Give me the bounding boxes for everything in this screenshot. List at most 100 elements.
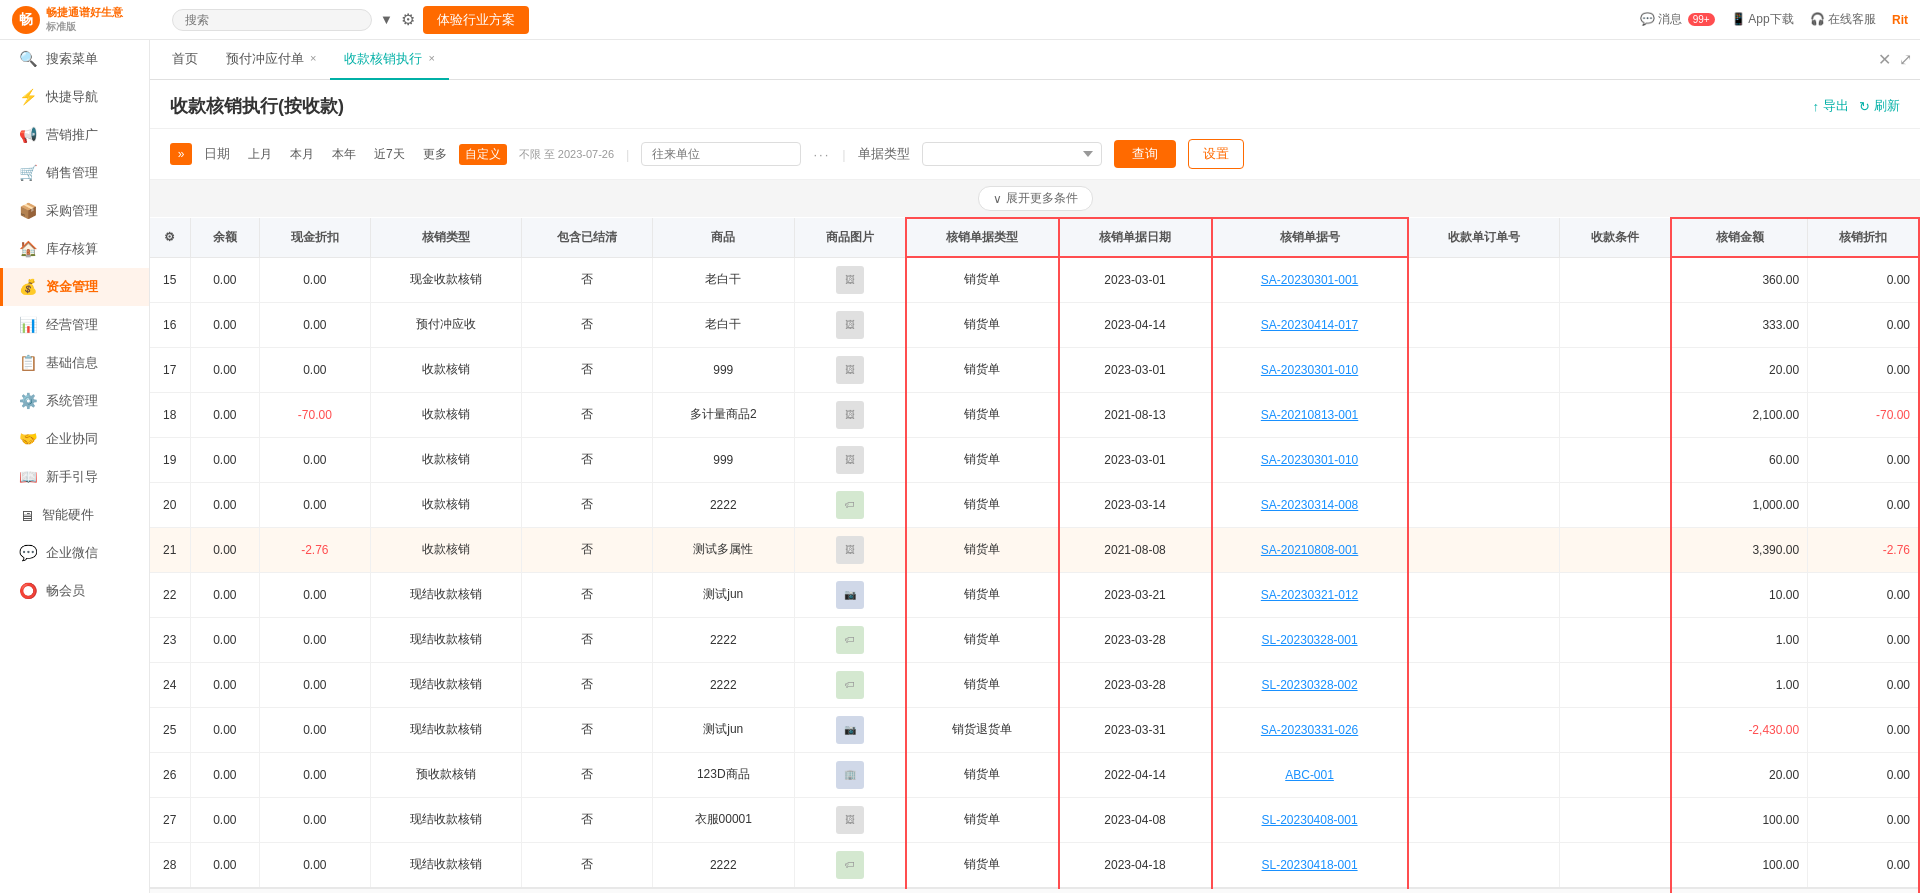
- cell-bill-no[interactable]: SA-20230301-001: [1212, 257, 1408, 302]
- bill-type-select[interactable]: [922, 142, 1102, 166]
- app-download-link[interactable]: 📱 App下载: [1731, 11, 1794, 28]
- sidebar-item-marketing[interactable]: 📢 营销推广: [0, 116, 149, 154]
- cell-cash-discount: 0.00: [260, 347, 370, 392]
- cell-bill-no[interactable]: SL-20230328-001: [1212, 617, 1408, 662]
- table-row: 19 0.00 0.00 收款核销 否 999 🖼 销货单 2023-03-01…: [150, 437, 1919, 482]
- tab-expand-icon[interactable]: ⤢: [1899, 50, 1912, 69]
- cell-receipt-condition: [1560, 482, 1671, 527]
- cell-bill-no[interactable]: SA-20210808-001: [1212, 527, 1408, 572]
- setting-button[interactable]: 设置: [1188, 139, 1244, 169]
- tab-receipt-exec[interactable]: 收款核销执行 ×: [330, 40, 448, 80]
- bill-no-link[interactable]: SL-20230328-001: [1262, 633, 1358, 647]
- table-row: 18 0.00 -70.00 收款核销 否 多计量商品2 🖼 销货单 2021-…: [150, 392, 1919, 437]
- cell-product-img: 📷: [794, 707, 905, 752]
- tab-prepay-close[interactable]: ×: [310, 53, 316, 64]
- query-button[interactable]: 查询: [1114, 140, 1176, 168]
- bill-no-link[interactable]: SA-20210808-001: [1261, 543, 1358, 557]
- cell-write-off-amount: 100.00: [1671, 842, 1808, 888]
- online-service-link[interactable]: 🎧 在线客服: [1810, 11, 1876, 28]
- filter-expand-button[interactable]: »: [170, 143, 192, 165]
- sidebar-item-sales[interactable]: 🛒 销售管理: [0, 154, 149, 192]
- col-settings[interactable]: ⚙: [150, 218, 190, 257]
- bill-no-link[interactable]: ABC-001: [1285, 768, 1334, 782]
- sidebar-item-corp[interactable]: 🤝 企业协同: [0, 420, 149, 458]
- tab-receipt-exec-close[interactable]: ×: [428, 53, 434, 64]
- bill-no-link[interactable]: SA-20230301-010: [1261, 363, 1358, 377]
- sidebar-item-search[interactable]: 🔍 搜索菜单: [0, 40, 149, 78]
- date-last-month[interactable]: 上月: [242, 144, 278, 165]
- user-label[interactable]: Rit: [1892, 13, 1908, 27]
- bill-no-link[interactable]: SA-20230301-010: [1261, 453, 1358, 467]
- customer-filter-input[interactable]: [641, 142, 801, 166]
- cell-bill-no[interactable]: SA-20230301-010: [1212, 437, 1408, 482]
- sidebar-item-member[interactable]: ⭕ 畅会员: [0, 572, 149, 610]
- sidebar-item-sys[interactable]: ⚙️ 系统管理: [0, 382, 149, 420]
- expand-more-button[interactable]: ∨ 展开更多条件: [978, 186, 1093, 211]
- sidebar-item-wechat[interactable]: 💬 企业微信: [0, 534, 149, 572]
- search-input[interactable]: [172, 9, 372, 31]
- sidebar-item-guide[interactable]: 📖 新手引导: [0, 458, 149, 496]
- gear-icon[interactable]: ⚙: [401, 10, 415, 29]
- sidebar-item-label: 智能硬件: [42, 506, 94, 524]
- tab-prepay[interactable]: 预付冲应付单 ×: [212, 40, 330, 80]
- sidebar-item-label: 企业协同: [46, 430, 98, 448]
- bill-no-link[interactable]: SA-20230314-008: [1261, 498, 1358, 512]
- cell-receipt-condition: [1560, 617, 1671, 662]
- sidebar-item-inventory[interactable]: 🏠 库存核算: [0, 230, 149, 268]
- product-thumbnail: 🏷: [836, 671, 864, 699]
- dropdown-toggle[interactable]: ▼: [380, 12, 393, 27]
- cell-bill-no[interactable]: SA-20230414-017: [1212, 302, 1408, 347]
- cell-bill-no[interactable]: SA-20230301-010: [1212, 347, 1408, 392]
- biz-icon: 📊: [19, 316, 38, 334]
- cell-no: 24: [150, 662, 190, 707]
- cell-bill-no[interactable]: SL-20230408-001: [1212, 797, 1408, 842]
- bill-no-link[interactable]: SA-20230301-001: [1261, 273, 1358, 287]
- date-custom[interactable]: 自定义: [459, 144, 507, 165]
- cell-bill-no[interactable]: SA-20210813-001: [1212, 392, 1408, 437]
- trial-button[interactable]: 体验行业方案: [423, 6, 529, 34]
- cell-cash-discount: 0.00: [260, 257, 370, 302]
- bill-no-link[interactable]: SA-20230321-012: [1261, 588, 1358, 602]
- sidebar-item-smarthw[interactable]: 🖥 智能硬件: [0, 496, 149, 534]
- cell-cash-discount: 0.00: [260, 797, 370, 842]
- tab-home[interactable]: 首页: [158, 40, 212, 80]
- cell-no: 18: [150, 392, 190, 437]
- tab-close-all-icon[interactable]: ✕: [1878, 50, 1891, 69]
- cell-bill-type: 销货单: [906, 572, 1059, 617]
- bill-no-link[interactable]: SL-20230408-001: [1262, 813, 1358, 827]
- bill-no-link[interactable]: SA-20210813-001: [1261, 408, 1358, 422]
- date-this-year[interactable]: 本年: [326, 144, 362, 165]
- cell-no: 25: [150, 707, 190, 752]
- cell-bill-no[interactable]: SA-20230321-012: [1212, 572, 1408, 617]
- sidebar-item-basic[interactable]: 📋 基础信息: [0, 344, 149, 382]
- cell-bill-no[interactable]: SA-20230314-008: [1212, 482, 1408, 527]
- date-more[interactable]: 更多: [417, 144, 453, 165]
- cell-bill-no[interactable]: SA-20230331-026: [1212, 707, 1408, 752]
- cell-cash-discount: -2.76: [260, 527, 370, 572]
- cell-write-off-amount: 333.00: [1671, 302, 1808, 347]
- filter-bar: » 日期 上月 本月 本年 近7天 更多 自定义 不限 至 2023-07-26…: [150, 129, 1920, 180]
- cell-receipt-condition: [1560, 527, 1671, 572]
- cell-bill-no[interactable]: SL-20230418-001: [1212, 842, 1408, 888]
- date-this-month[interactable]: 本月: [284, 144, 320, 165]
- sidebar-item-biz[interactable]: 📊 经营管理: [0, 306, 149, 344]
- bill-no-link[interactable]: SL-20230418-001: [1262, 858, 1358, 872]
- cell-bill-no[interactable]: SL-20230328-002: [1212, 662, 1408, 707]
- refresh-button[interactable]: ↻ 刷新: [1859, 97, 1900, 115]
- date-7-days[interactable]: 近7天: [368, 144, 411, 165]
- sidebar-item-label: 快捷导航: [46, 88, 98, 106]
- sidebar-item-quicknav[interactable]: ⚡ 快捷导航: [0, 78, 149, 116]
- date-filter-label: 日期: [204, 145, 230, 163]
- export-button[interactable]: ↑ 导出: [1813, 97, 1850, 115]
- cell-write-off-type: 现结收款核销: [370, 572, 521, 617]
- bill-no-link[interactable]: SA-20230331-026: [1261, 723, 1358, 737]
- bill-no-link[interactable]: SL-20230328-002: [1262, 678, 1358, 692]
- cell-bill-no[interactable]: ABC-001: [1212, 752, 1408, 797]
- sidebar-item-purchase[interactable]: 📦 采购管理: [0, 192, 149, 230]
- cell-write-off-type: 现结收款核销: [370, 797, 521, 842]
- cell-cash-discount: 0.00: [260, 842, 370, 888]
- bill-no-link[interactable]: SA-20230414-017: [1261, 318, 1358, 332]
- message-item[interactable]: 💬 消息 99+: [1640, 11, 1715, 28]
- sidebar-item-finance[interactable]: 💰 资金管理: [0, 268, 149, 306]
- table-row: 20 0.00 0.00 收款核销 否 2222 🏷 销货单 2023-03-1…: [150, 482, 1919, 527]
